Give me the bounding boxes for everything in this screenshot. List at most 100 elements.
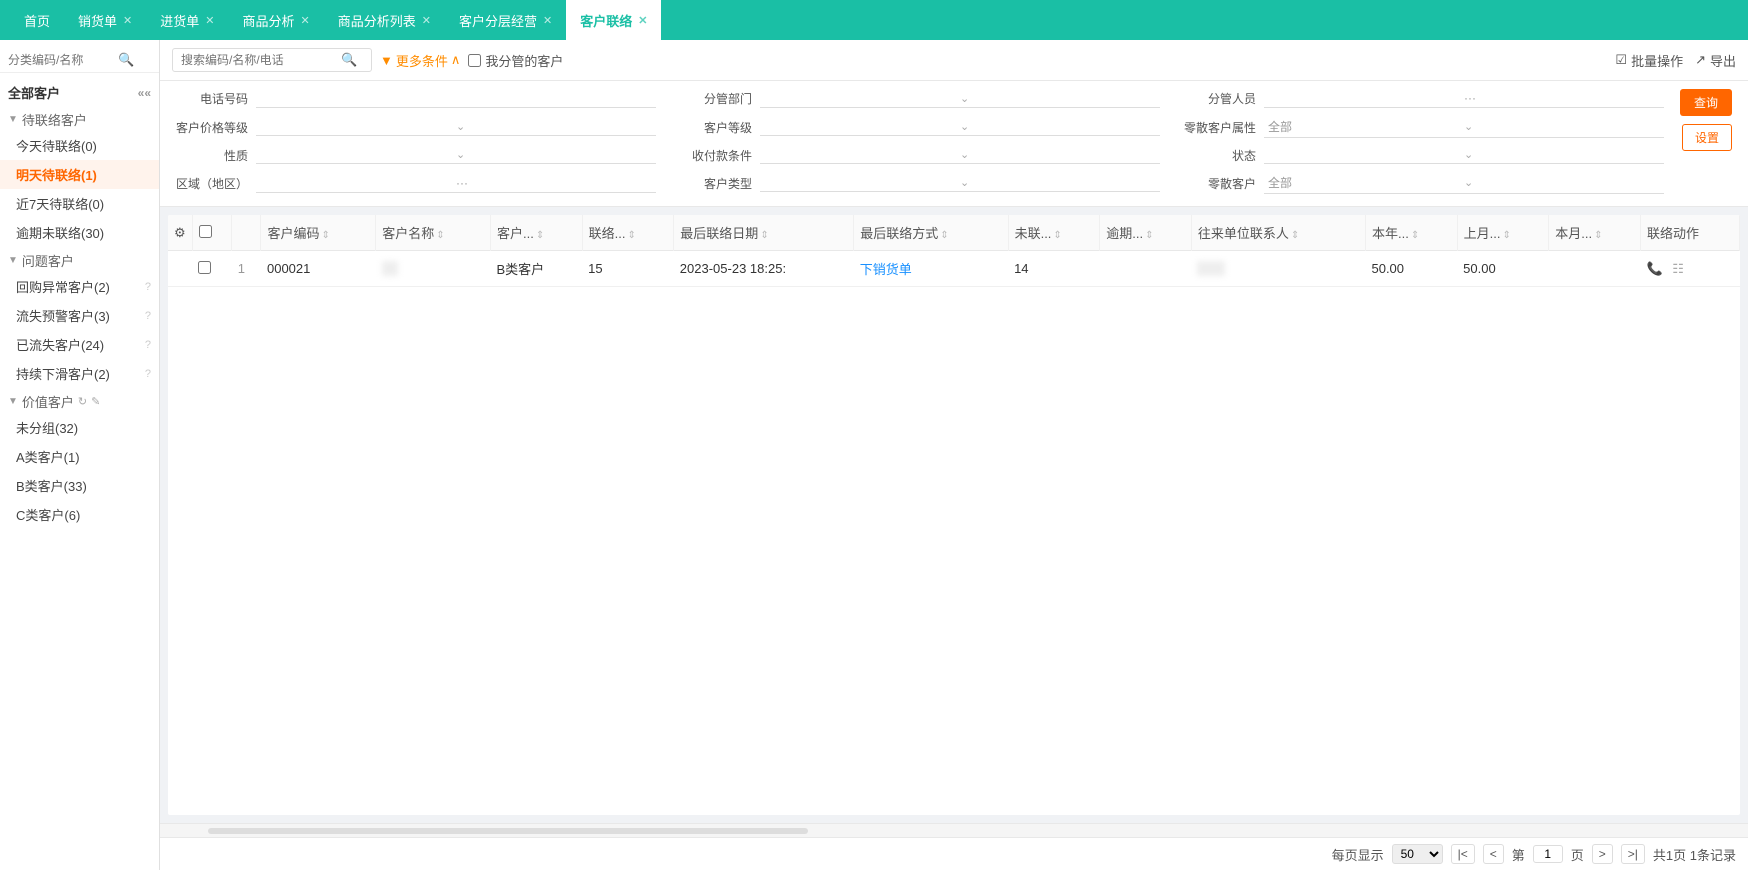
search-input[interactable] [181,53,341,67]
filter-area-select[interactable]: ··· [256,174,656,193]
search-button[interactable]: 🔍 [341,52,357,68]
col-this-month[interactable]: 本月...⇕ [1549,215,1641,251]
filter-retail-attr-select[interactable]: 全部 ⌄ [1264,116,1664,138]
nav-item-home[interactable]: 首页 [10,0,64,40]
contact-method-link[interactable]: 下销货单 [860,262,912,277]
filter-type-select[interactable]: ⌄ [760,174,1160,192]
batch-action-button[interactable]: ☑ 批量操作 [1615,51,1683,70]
table-footer: 每页显示 50 100 200 |< < 第 页 > >| 共1页 1条记录 [160,837,1748,870]
filter-nature-select[interactable]: ⌄ [256,146,656,164]
main-content: 🔍 ▼ 更多条件 ∧ 我分管的客户 ☑ 批量操作 ↗ 导出 [160,40,1748,870]
select-all-checkbox[interactable] [199,225,212,238]
edit-icon[interactable]: ✎ [91,395,100,408]
sidebar-item-tomorrow[interactable]: 明天待联络(1) [0,160,159,189]
nav-item-analysis[interactable]: 商品分析✕ [228,0,323,40]
nav-close-icon[interactable]: ✕ [422,14,431,27]
sidebar-item-lost-confirmed[interactable]: 已流失客户(24) ? [0,330,159,359]
action-qr-icon[interactable]: ☷ [1672,261,1684,276]
chevron-down-icon: ⌄ [1464,120,1660,133]
col-contact-count[interactable]: 联络...⇕ [582,215,674,251]
filter-dept-select[interactable]: ⌄ [760,90,1160,108]
export-button[interactable]: ↗ 导出 [1695,51,1736,70]
col-code[interactable]: 客户编码⇕ [261,215,376,251]
filter-status-select[interactable]: ⌄ [1264,146,1664,164]
sidebar-search-icon[interactable]: 🔍 [118,52,134,68]
nav-item-analysis-table[interactable]: 商品分析列表✕ [324,0,445,40]
first-page-button[interactable]: |< [1451,844,1475,864]
col-last-date[interactable]: 最后联络日期⇕ [674,215,854,251]
per-page-label: 每页显示 [1332,845,1384,864]
horizontal-scrollbar[interactable] [208,828,808,834]
filter-area: 区域（地区） ··· [176,174,656,193]
action-phone-icon[interactable]: 📞 [1646,261,1662,276]
sidebar-item-declining[interactable]: 持续下滑客户(2) ? [0,359,159,388]
query-button[interactable]: 查询 [1680,89,1732,116]
col-this-year[interactable]: 本年...⇕ [1365,215,1457,251]
sidebar-item-class-c[interactable]: C类客户(6) [0,500,159,529]
cell-uncontacted: 14 [1008,251,1100,287]
sidebar-search-wrap: 🔍 [0,48,159,73]
last-page-button[interactable]: >| [1621,844,1645,864]
prev-page-button[interactable]: < [1483,844,1504,864]
sort-icon: ⇕ [760,230,768,241]
sidebar-item-class-a[interactable]: A类客户(1) [0,442,159,471]
nav-item-sales[interactable]: 销货单✕ [64,0,146,40]
col-type[interactable]: 客户...⇕ [490,215,582,251]
filter-phone-input[interactable] [256,89,656,108]
col-settings[interactable]: ⚙ [168,215,192,251]
filter-payment-select[interactable]: ⌄ [760,146,1160,164]
col-unit-contact[interactable]: 往来单位联系人⇕ [1191,215,1365,251]
nav-close-icon[interactable]: ✕ [301,14,310,27]
nav-item-purchase[interactable]: 进货单✕ [146,0,228,40]
nav-close-icon[interactable]: ✕ [543,14,552,27]
more-icon[interactable]: ··· [452,176,652,190]
filter-person: 分管人员 ··· [1184,89,1664,108]
sidebar-item-lost[interactable]: 流失预警客户(3) ? [0,301,159,330]
more-conditions-button[interactable]: ▼ 更多条件 ∧ [380,51,460,70]
filter-actions: 查询 设置 [1664,89,1732,202]
nav-item-customer-tier[interactable]: 客户分层经营✕ [445,0,566,40]
filter-row-3: 性质 ⌄ 收付款条件 ⌄ [176,146,1664,164]
sidebar-item-ungrouped[interactable]: 未分组(32) [0,413,159,442]
sort-icon: ⇕ [627,230,635,241]
cell-name: Ea [376,251,491,287]
group-value-customers[interactable]: 价值客户 ↻ ✎ [0,388,159,413]
group-pending-contact[interactable]: 待联络客户 [0,106,159,131]
filter-price-select[interactable]: ⌄ [256,118,656,136]
row-checkbox[interactable] [198,261,211,274]
top-navigation: 首页销货单✕进货单✕商品分析✕商品分析列表✕客户分层经营✕客户联络✕ [0,0,1748,40]
sidebar-item-overdue[interactable]: 逾期未联络(30) [0,218,159,247]
sidebar-search-input[interactable] [8,53,118,67]
my-customers-checkbox-wrap[interactable]: 我分管的客户 [468,51,563,70]
sort-icon: ⇕ [1502,230,1510,241]
cell-last-method[interactable]: 下销货单 [854,251,1008,287]
sidebar-item-class-b[interactable]: B类客户(33) [0,471,159,500]
sort-icon: ⇕ [1145,230,1153,241]
filter-level-select[interactable]: ⌄ [760,118,1160,136]
filter-retail-customer-select[interactable]: 全部 ⌄ [1264,172,1664,194]
nav-close-icon[interactable]: ✕ [638,14,647,27]
page-input[interactable] [1533,845,1563,863]
col-uncontacted[interactable]: 未联...⇕ [1008,215,1100,251]
sidebar-item-repurchase-abnormal[interactable]: 回购异常客户(2) ? [0,272,159,301]
filter-person-select[interactable]: ··· [1264,89,1664,108]
refresh-icon[interactable]: ↻ [78,395,87,408]
sidebar-item-week[interactable]: 近7天待联络(0) [0,189,159,218]
nav-item-customer-contact[interactable]: 客户联络✕ [566,0,661,40]
more-icon[interactable]: ··· [1460,91,1660,105]
settings-button[interactable]: 设置 [1682,124,1732,151]
next-page-button[interactable]: > [1592,844,1613,864]
col-overdue[interactable]: 逾期...⇕ [1100,215,1192,251]
col-name[interactable]: 客户名称⇕ [376,215,491,251]
unit-contact-blurred: ███ [1197,261,1225,276]
group-problem-customers[interactable]: 问题客户 [0,247,159,272]
nav-close-icon[interactable]: ✕ [205,14,214,27]
page-size-select[interactable]: 50 100 200 [1392,844,1443,864]
nav-close-icon[interactable]: ✕ [123,14,132,27]
sidebar-item-today[interactable]: 今天待联络(0) [0,131,159,160]
all-customers-header[interactable]: 全部客户 «« [0,77,159,106]
col-last-month[interactable]: 上月...⇕ [1457,215,1549,251]
col-last-method[interactable]: 最后联络方式⇕ [854,215,1008,251]
my-customers-checkbox[interactable] [468,54,481,67]
filter-price-level: 客户价格等级 ⌄ [176,118,656,136]
